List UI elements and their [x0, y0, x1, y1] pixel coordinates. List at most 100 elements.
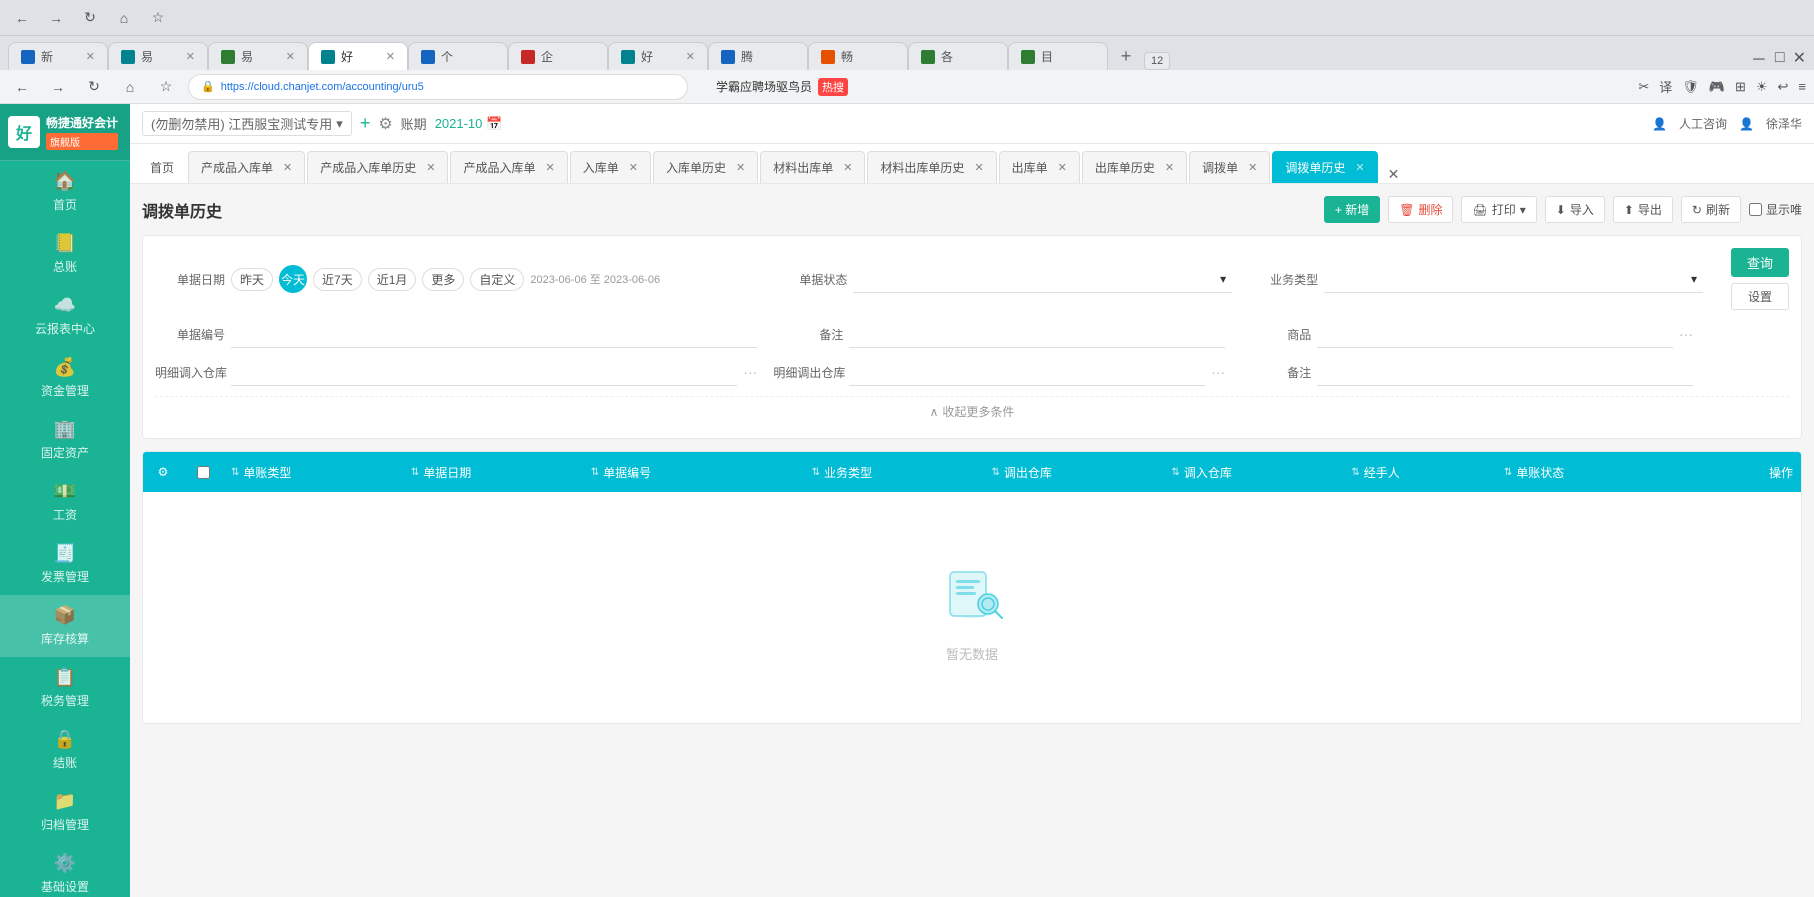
today-btn[interactable]: 今天: [279, 265, 307, 293]
page-tab-clckd[interactable]: 材料出库单 ✕: [760, 151, 865, 183]
page-tab-ckdls[interactable]: 出库单历史 ✕: [1082, 151, 1187, 183]
browser-tab-3-close[interactable]: ✕: [286, 50, 295, 63]
clckd-close[interactable]: ✕: [843, 161, 852, 174]
page-tab-cprkd2[interactable]: 产成品入库单 ✕: [450, 151, 567, 183]
browser-tab-1[interactable]: 新 ✕: [8, 42, 108, 70]
sidebar-item-invoice[interactable]: 🧾 发票管理: [0, 533, 130, 595]
th-in-warehouse[interactable]: ⇅ 调入仓库: [1163, 464, 1343, 481]
sidebar-item-home[interactable]: 🏠 首页: [0, 161, 130, 223]
browser-tab-2-close[interactable]: ✕: [186, 50, 195, 63]
note2-input[interactable]: [1317, 358, 1693, 386]
page-tab-dbdls[interactable]: 调拨单历史 ✕: [1272, 151, 1377, 183]
th-type[interactable]: ⇅ 单账类型: [223, 464, 403, 481]
browser-tab-11[interactable]: 目: [1008, 42, 1108, 70]
out-warehouse-input[interactable]: [849, 358, 1205, 386]
in-warehouse-more-icon[interactable]: ···: [743, 364, 757, 380]
show-disabled-checkbox[interactable]: [1749, 203, 1762, 216]
page-tab-home[interactable]: 首页: [138, 151, 186, 183]
sidebar-item-close[interactable]: 🔒 结账: [0, 719, 130, 781]
nav-home[interactable]: ⌂: [110, 4, 138, 32]
browser-tab-5[interactable]: 个: [408, 42, 508, 70]
browser-tab-10[interactable]: 各: [908, 42, 1008, 70]
shield-tool[interactable]: 🛡: [1682, 79, 1699, 95]
ckd-close[interactable]: ✕: [1058, 161, 1067, 174]
address-input[interactable]: 🔒 https://cloud.chanjet.com/accounting/u…: [188, 74, 688, 100]
nav-back[interactable]: ←: [8, 4, 36, 32]
sidebar-item-assets[interactable]: 🏢 固定资产: [0, 409, 130, 471]
collapse-conditions[interactable]: ∧ 收起更多条件: [155, 396, 1789, 426]
th-status[interactable]: ⇅ 单账状态: [1496, 464, 1676, 481]
sidebar-item-report[interactable]: ☁️ 云报表中心: [0, 285, 130, 347]
sidebar-item-salary[interactable]: 💵 工资: [0, 471, 130, 533]
scissors-tool[interactable]: ✂: [1638, 79, 1649, 95]
th-out-warehouse[interactable]: ⇅ 调出仓库: [984, 464, 1164, 481]
page-tab-cprkd[interactable]: 产成品入库单 ✕: [188, 151, 305, 183]
print-button[interactable]: 🖨 打印 ▾: [1461, 196, 1536, 223]
th-checkbox-cell[interactable]: [183, 466, 223, 479]
browser-tab-7-close[interactable]: ✕: [686, 50, 695, 63]
note-input[interactable]: [849, 320, 1225, 348]
number-input[interactable]: [231, 320, 757, 348]
query-button[interactable]: 查询: [1731, 248, 1789, 277]
star-button[interactable]: ☆: [152, 73, 180, 101]
select-all-checkbox[interactable]: [197, 466, 210, 479]
browser-tab-3[interactable]: 易 ✕: [208, 42, 308, 70]
month-btn[interactable]: 近1月: [368, 268, 417, 291]
sidebar-item-archive[interactable]: 📁 归档管理: [0, 781, 130, 843]
username[interactable]: 徐泽华: [1766, 115, 1802, 132]
week-btn[interactable]: 近7天: [313, 268, 362, 291]
delete-button[interactable]: 🗑 删除: [1388, 196, 1453, 223]
dbdls-close[interactable]: ✕: [1355, 161, 1364, 174]
th-gear-cell[interactable]: ⚙: [143, 465, 183, 479]
yesterday-btn[interactable]: 昨天: [231, 268, 273, 291]
grid-tool[interactable]: ⊞: [1735, 79, 1746, 95]
custom-btn[interactable]: 自定义: [470, 268, 524, 291]
type-select[interactable]: ▾: [1324, 265, 1703, 293]
browser-tab-7[interactable]: 好 ✕: [608, 42, 708, 70]
add-company-btn[interactable]: +: [360, 113, 371, 134]
cprkd2-close[interactable]: ✕: [546, 161, 555, 174]
status-select[interactable]: ▾: [853, 265, 1232, 293]
th-handler[interactable]: ⇅ 经手人: [1343, 464, 1496, 481]
home-button[interactable]: ⌂: [116, 73, 144, 101]
th-biz-type[interactable]: ⇅ 业务类型: [804, 464, 984, 481]
page-tab-cprkdls[interactable]: 产成品入库单历史 ✕: [307, 151, 448, 183]
new-button[interactable]: + 新增: [1324, 196, 1380, 223]
clckdls-close[interactable]: ✕: [974, 161, 983, 174]
page-tab-clckdls[interactable]: 材料出库单历史 ✕: [867, 151, 996, 183]
import-button[interactable]: ⬇ 导入: [1545, 196, 1605, 223]
page-tab-rkdls[interactable]: 入库单历史 ✕: [653, 151, 758, 183]
translate-tool[interactable]: 译: [1659, 77, 1672, 96]
page-tab-ckd[interactable]: 出库单 ✕: [999, 151, 1080, 183]
cprkdls-close[interactable]: ✕: [426, 161, 435, 174]
browser-tab-1-close[interactable]: ✕: [86, 50, 95, 63]
rkdls-close[interactable]: ✕: [736, 161, 745, 174]
browser-tab-4[interactable]: 好 ✕: [308, 42, 408, 70]
settings-gear-icon[interactable]: ⚙: [378, 114, 392, 134]
minimize-button[interactable]: －: [1751, 46, 1767, 70]
more-btn[interactable]: 更多: [422, 268, 464, 291]
forward-button[interactable]: →: [44, 73, 72, 101]
th-date[interactable]: ⇅ 单据日期: [403, 464, 583, 481]
goods-more-icon[interactable]: ···: [1679, 326, 1693, 342]
sun-tool[interactable]: ☀: [1756, 79, 1768, 95]
th-number[interactable]: ⇅ 单据编号: [583, 464, 804, 481]
cprkd-close[interactable]: ✕: [283, 161, 292, 174]
nav-refresh[interactable]: ↻: [76, 4, 104, 32]
reload-button[interactable]: ↻: [80, 73, 108, 101]
menu-tool[interactable]: ≡: [1798, 79, 1806, 94]
goods-input[interactable]: [1317, 320, 1673, 348]
browser-tab-9[interactable]: 畅: [808, 42, 908, 70]
refresh-button[interactable]: ↻ 刷新: [1681, 196, 1741, 223]
game-tool[interactable]: 🎮: [1709, 79, 1725, 95]
close-button[interactable]: ✕: [1793, 48, 1806, 68]
out-warehouse-more-icon[interactable]: ···: [1211, 364, 1225, 380]
page-tab-rkd[interactable]: 入库单 ✕: [570, 151, 651, 183]
back-button[interactable]: ←: [8, 73, 36, 101]
sidebar-item-ledger[interactable]: 📒 总账: [0, 223, 130, 285]
browser-tab-2[interactable]: 易 ✕: [108, 42, 208, 70]
nav-bookmark[interactable]: ☆: [144, 4, 172, 32]
sidebar-item-basic[interactable]: ⚙️ 基础设置: [0, 843, 130, 897]
undo-tool[interactable]: ↩: [1778, 79, 1789, 95]
sidebar-item-inventory[interactable]: 📦 库存核算: [0, 595, 130, 657]
